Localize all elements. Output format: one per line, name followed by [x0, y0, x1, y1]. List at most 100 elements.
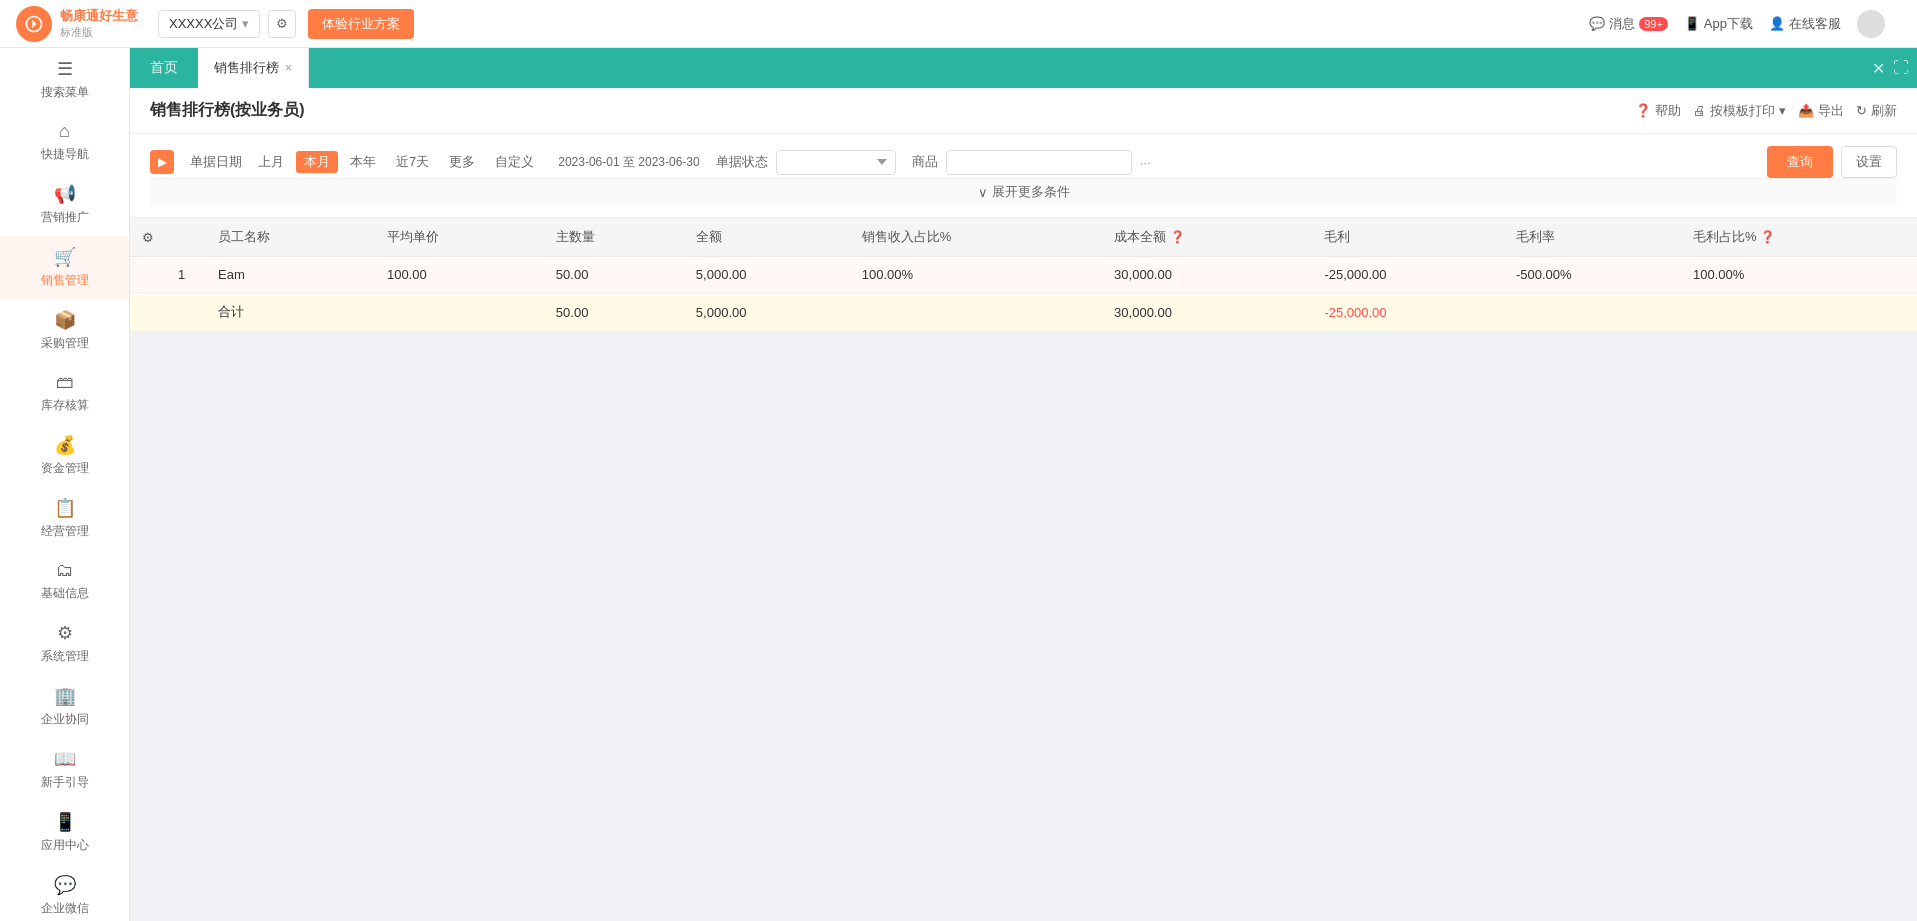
rank-cell: 1 — [166, 257, 206, 293]
query-button[interactable]: 查询 — [1767, 146, 1833, 178]
content-area: 首页 销售排行榜 × ✕ ⛶ 销售排行榜(按业务员) — [130, 48, 1917, 921]
search-order-icon: ☰ — [57, 58, 73, 80]
print-button[interactable]: 🖨 按模板打印 ▾ — [1693, 102, 1786, 120]
online-service-button[interactable]: 👤 在线客服 — [1769, 15, 1841, 33]
col-sales-pct: 销售收入占比% — [850, 218, 1102, 257]
total-avg-price-cell — [375, 293, 544, 332]
sidebar-item-system[interactable]: ⚙ 系统管理 — [0, 612, 129, 675]
date-filter: 单据日期 上月 本月 本年 近7天 更多 自定义 — [190, 151, 542, 173]
col-emp-name: 员工名称 — [206, 218, 375, 257]
date-tab-this-year[interactable]: 本年 — [342, 151, 384, 173]
wechat-icon: 💬 — [54, 874, 76, 896]
gear-button[interactable]: ⚙ — [268, 10, 296, 38]
top-bar-right: 💬 消息 99+ 📱 App下载 👤 在线客服 — [1589, 10, 1901, 38]
col-avg-price: 平均单价 — [375, 218, 544, 257]
export-button[interactable]: 📤 导出 — [1798, 102, 1844, 120]
basic-info-icon: 🗂 — [56, 560, 74, 581]
quick-nav-icon: ⌂ — [59, 121, 70, 142]
sidebar-item-sales[interactable]: 🛒 销售管理 — [0, 236, 129, 299]
col-settings[interactable]: ⚙ — [130, 218, 166, 257]
gross-rate-cell: -500.00% — [1504, 257, 1681, 293]
enterprise-icon: 🏢 — [54, 685, 76, 707]
qty-cell: 50.00 — [544, 257, 684, 293]
table-wrapper: ⚙ 员工名称 平均单价 主数量 全额 销售收入占比% 成本全额 ❓ 毛利 — [130, 218, 1917, 332]
sidebar-item-enterprise[interactable]: 🏢 企业协同 — [0, 675, 129, 738]
sidebar-item-search-order[interactable]: ☰ 搜索菜单 — [0, 48, 129, 111]
message-button[interactable]: 💬 消息 99+ — [1589, 15, 1668, 33]
logo-area: 畅康通好生意 标准版 — [16, 6, 138, 42]
sidebar-item-app-center[interactable]: 📱 应用中心 — [0, 801, 129, 864]
help-icon: ❓ — [1635, 103, 1651, 118]
tab-home[interactable]: 首页 — [130, 48, 198, 88]
sidebar-item-business[interactable]: 📋 经营管理 — [0, 487, 129, 550]
sidebar-item-guide[interactable]: 📖 新手引导 — [0, 738, 129, 801]
filter-area: ▶ 单据日期 上月 本月 本年 近7天 更多 — [130, 134, 1917, 218]
sidebar-item-basic-info[interactable]: 🗂 基础信息 — [0, 550, 129, 612]
guide-icon: 📖 — [54, 748, 76, 770]
total-gross-pct-cell — [1681, 293, 1917, 332]
trial-button[interactable]: 体验行业方案 — [308, 9, 414, 39]
avatar[interactable] — [1857, 10, 1885, 38]
col-cost-amount: 成本全额 ❓ — [1102, 218, 1312, 257]
page-inner: 销售排行榜(按业务员) ❓ 帮助 🖨 按模板打印 ▾ — [130, 88, 1917, 332]
total-gross-profit-cell: -25,000.00 — [1312, 293, 1504, 332]
col-rank — [166, 218, 206, 257]
total-row: 合计 50.00 5,000.00 30,000.00 -25,000.00 — [130, 293, 1917, 332]
date-tab-more[interactable]: 更多 — [441, 151, 483, 173]
total-rank-cell — [166, 293, 206, 332]
tab-close-icon[interactable]: × — [285, 61, 292, 75]
company-selector[interactable]: XXXXX公司 ▾ — [158, 10, 260, 38]
tab-bar: 首页 销售排行榜 × ✕ ⛶ — [130, 48, 1917, 88]
filter-toggle-icon: ▶ — [158, 155, 167, 169]
expand-icon: ∨ — [978, 185, 988, 200]
sidebar-item-inventory[interactable]: 🗃 库存核算 — [0, 362, 129, 424]
sidebar-item-wechat[interactable]: 💬 企业微信 — [0, 864, 129, 921]
page-title: 销售排行榜(按业务员) — [150, 100, 305, 121]
tab-bar-right: ✕ ⛶ — [1872, 59, 1917, 78]
expand-more-button[interactable]: ∨ 展开更多条件 — [978, 183, 1070, 201]
cost-help-icon[interactable]: ❓ — [1170, 230, 1185, 244]
sidebar-item-quick-nav[interactable]: ⌂ 快捷导航 — [0, 111, 129, 173]
goods-input[interactable] — [946, 150, 1132, 175]
status-select[interactable] — [776, 150, 896, 175]
export-icon: 📤 — [1798, 103, 1814, 118]
more-dots[interactable]: ··· — [1140, 155, 1151, 170]
tab-sales-ranking[interactable]: 销售排行榜 × — [198, 48, 309, 88]
col-qty: 主数量 — [544, 218, 684, 257]
settings-button[interactable]: 设置 — [1841, 146, 1897, 178]
date-tab-7days[interactable]: 近7天 — [388, 151, 437, 173]
sales-icon: 🛒 — [54, 246, 76, 268]
col-gross-profit: 毛利 — [1312, 218, 1504, 257]
app-center-icon: 📱 — [54, 811, 76, 833]
date-tab-prev-month[interactable]: 上月 — [250, 151, 292, 173]
tab-maximize-icon[interactable]: ⛶ — [1893, 59, 1909, 77]
date-range-display: 2023-06-01 至 2023-06-30 — [558, 154, 699, 171]
tab-close-all-icon[interactable]: ✕ — [1872, 59, 1885, 78]
system-icon: ⚙ — [57, 622, 73, 644]
print-chevron-icon: ▾ — [1779, 103, 1786, 118]
date-tab-this-month[interactable]: 本月 — [296, 151, 338, 173]
inventory-icon: 🗃 — [56, 372, 74, 393]
gross-pct-help-icon[interactable]: ❓ — [1760, 230, 1775, 244]
table-body: 1 Eam 100.00 50.00 5,000.00 100.00% 30,0… — [130, 257, 1917, 293]
sidebar-item-purchase[interactable]: 📦 采购管理 — [0, 299, 129, 362]
print-icon: 🖨 — [1693, 103, 1706, 118]
total-label-cell: 合计 — [206, 293, 375, 332]
status-filter: 单据状态 — [716, 150, 896, 175]
row-settings-cell — [130, 257, 166, 293]
main-area: ☰ 搜索菜单 ⌂ 快捷导航 📢 营销推广 🛒 销售管理 📦 采购管理 🗃 库 — [0, 48, 1917, 921]
app-download-button[interactable]: 📱 App下载 — [1684, 15, 1753, 33]
col-gross-rate: 毛利率 — [1504, 218, 1681, 257]
filter-toggle-button[interactable]: ▶ — [150, 150, 174, 174]
sidebar-item-finance[interactable]: 💰 资金管理 — [0, 424, 129, 487]
date-tab-custom[interactable]: 自定义 — [487, 151, 542, 173]
sidebar-item-marketing[interactable]: 📢 营销推广 — [0, 173, 129, 236]
help-button[interactable]: ❓ 帮助 — [1635, 102, 1681, 120]
refresh-icon: ↻ — [1856, 103, 1867, 118]
refresh-button[interactable]: ↻ 刷新 — [1856, 102, 1897, 120]
total-qty-cell: 50.00 — [544, 293, 684, 332]
gross-profit-cell: -25,000.00 — [1312, 257, 1504, 293]
app-icon: 📱 — [1684, 16, 1700, 31]
avg-price-cell: 100.00 — [375, 257, 544, 293]
page-content: 销售排行榜(按业务员) ❓ 帮助 🖨 按模板打印 ▾ — [130, 88, 1917, 921]
